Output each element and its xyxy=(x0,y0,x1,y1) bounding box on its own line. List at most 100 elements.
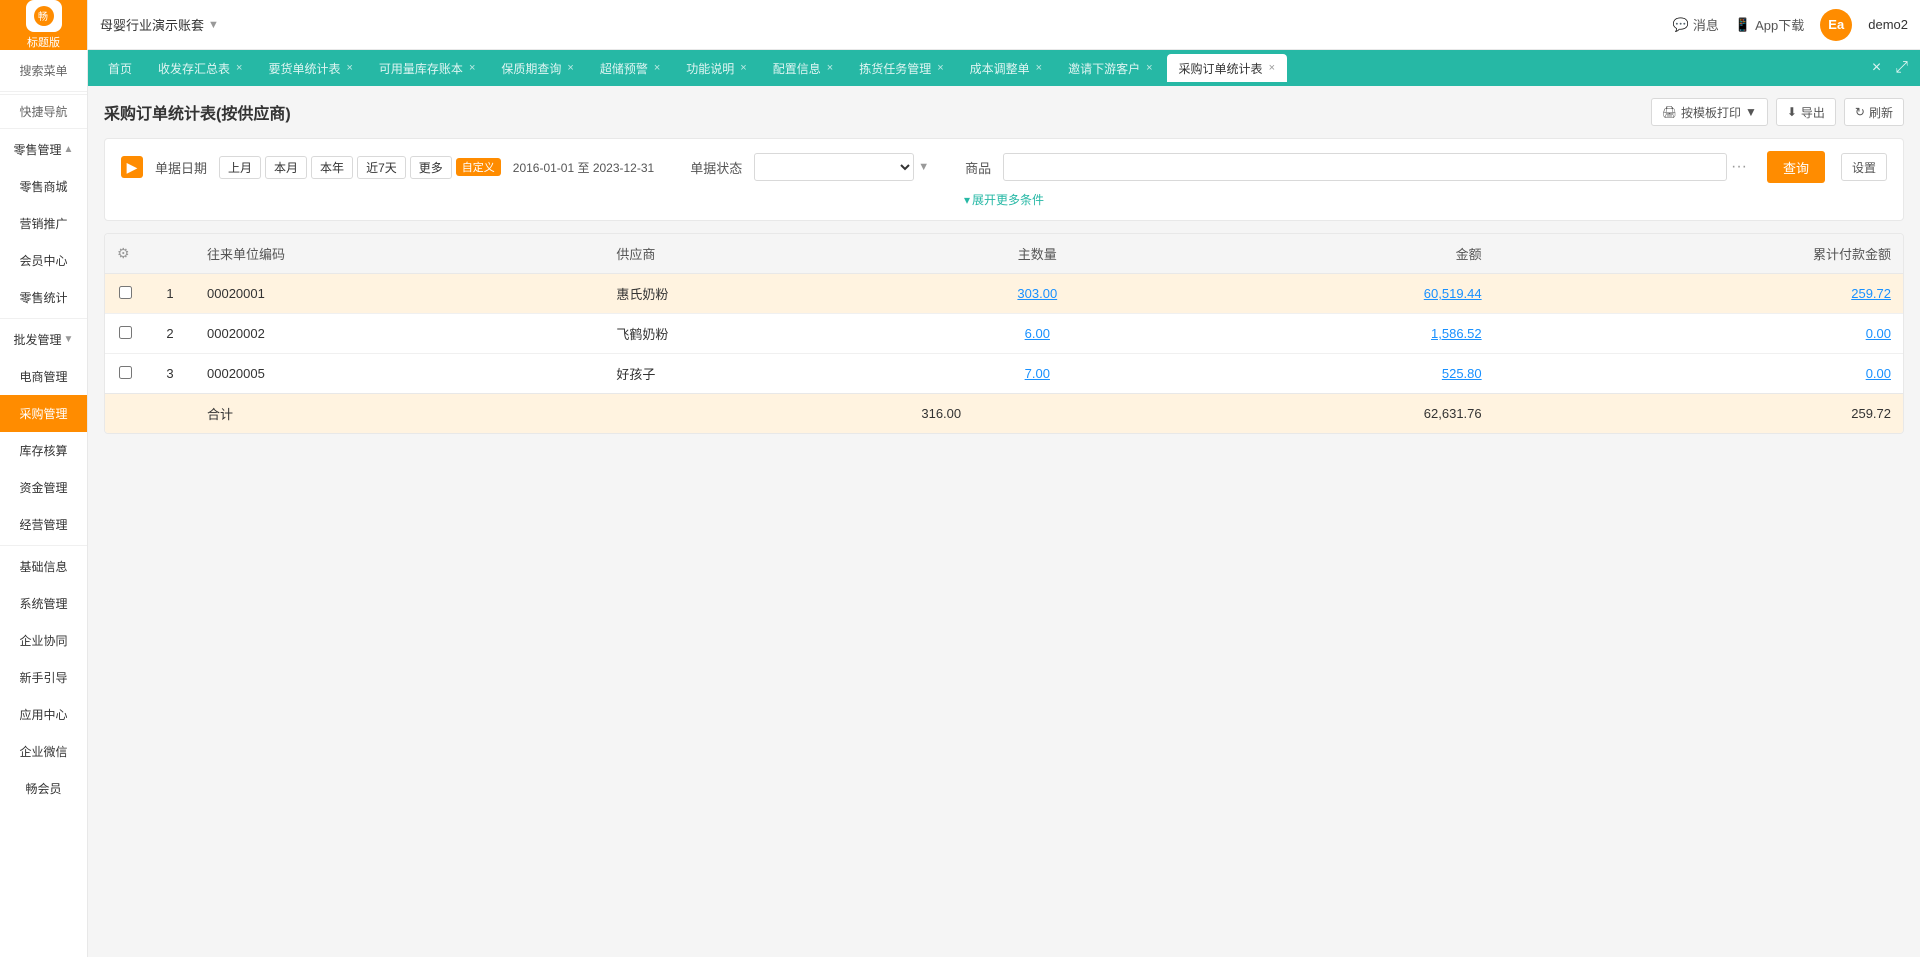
close-icon[interactable]: × xyxy=(346,62,352,74)
tab-function-desc[interactable]: 功能说明 × xyxy=(674,54,758,82)
footer-main-qty-cell: 316.00 xyxy=(909,394,1165,434)
tab-config-info[interactable]: 配置信息 × xyxy=(761,54,845,82)
more-options-icon[interactable]: ··· xyxy=(1731,158,1747,176)
expand-filter-button[interactable]: ▾ 展开更多条件 xyxy=(964,191,1044,208)
tab-home[interactable]: 首页 xyxy=(96,54,144,82)
maximize-button[interactable]: ⤢ xyxy=(1891,57,1912,79)
data-table: ⚙ 往来单位编码 供应商 主数量 金额 累计付款金额 1 00020001 惠氏… xyxy=(105,234,1903,433)
sidebar-quick-nav-label[interactable]: 快捷导航 xyxy=(0,97,87,126)
close-icon[interactable]: × xyxy=(236,62,242,74)
tab-cost-adjust[interactable]: 成本调整单 × xyxy=(958,54,1054,82)
tab-label: 要货单统计表 xyxy=(268,60,340,77)
sidebar-search-label[interactable]: 搜索菜单 xyxy=(6,58,81,83)
sidebar-item-vip-member[interactable]: 畅会员 xyxy=(0,770,87,807)
sidebar-item-new-guide[interactable]: 新手引导 xyxy=(0,659,87,696)
close-icon[interactable]: × xyxy=(469,62,475,74)
sidebar-item-finance-mgmt[interactable]: 资金管理 xyxy=(0,469,87,506)
cumulative-link[interactable]: 259.72 xyxy=(1851,286,1891,301)
footer-label-cell: 合计 xyxy=(195,394,604,434)
amount-cell: 60,519.44 xyxy=(1165,274,1493,314)
message-button[interactable]: 💬 消息 xyxy=(1673,15,1719,34)
main-qty-link[interactable]: 7.00 xyxy=(1025,366,1050,381)
tab-invite-downstream[interactable]: 邀请下游客户 × xyxy=(1056,54,1164,82)
sidebar-item-label: 新手引导 xyxy=(19,669,67,686)
refresh-button[interactable]: ↻ 刷新 xyxy=(1844,98,1904,126)
supplier-col-header: 供应商 xyxy=(604,234,909,274)
date-btn-this-year[interactable]: 本年 xyxy=(311,156,353,179)
sidebar-item-retail-shop[interactable]: 零售商城 xyxy=(0,168,87,205)
amount-link[interactable]: 60,519.44 xyxy=(1424,286,1482,301)
tab-picking-task[interactable]: 拣货任务管理 × xyxy=(847,54,955,82)
close-icon[interactable]: × xyxy=(654,62,660,74)
row-checkbox[interactable] xyxy=(119,326,132,339)
sidebar-item-wholesale-mgmt[interactable]: 批发管理 ▼ xyxy=(0,321,87,358)
sidebar-item-label: 应用中心 xyxy=(19,706,67,723)
template-print-button[interactable]: 🖨 按模板打印 ▼ xyxy=(1651,98,1768,126)
tab-purchase-order-stats[interactable]: 要货单统计表 × xyxy=(256,54,364,82)
sidebar-item-app-center[interactable]: 应用中心 xyxy=(0,696,87,733)
status-select[interactable] xyxy=(754,153,914,181)
sidebar-item-basic-info[interactable]: 基础信息 xyxy=(0,548,87,585)
avatar[interactable]: Ea xyxy=(1820,9,1852,41)
cumulative-link[interactable]: 0.00 xyxy=(1866,366,1891,381)
close-icon[interactable]: × xyxy=(740,62,746,74)
date-btn-more[interactable]: 更多 xyxy=(410,156,452,179)
sidebar-item-ecommerce-mgmt[interactable]: 电商管理 xyxy=(0,358,87,395)
cumulative-link[interactable]: 0.00 xyxy=(1866,326,1891,341)
workspace-selector[interactable]: 母婴行业演示账套 ▼ xyxy=(100,15,219,34)
row-settings-cell xyxy=(105,274,145,314)
user-name[interactable]: demo2 xyxy=(1868,17,1908,32)
sidebar-item-label: 零售管理 xyxy=(14,141,62,158)
amount-link[interactable]: 1,586.52 xyxy=(1431,326,1482,341)
partner-code-cell: 00020001 xyxy=(195,274,604,314)
close-icon[interactable]: × xyxy=(1269,62,1275,74)
main-qty-link[interactable]: 6.00 xyxy=(1025,326,1050,341)
date-btn-7days[interactable]: 近7天 xyxy=(357,156,406,179)
sidebar-item-inventory-mgmt[interactable]: 库存核算 xyxy=(0,432,87,469)
status-filter-label: 单据状态 xyxy=(690,158,742,177)
title-right-actions: 🖨 按模板打印 ▼ ⬇ 导出 ↻ 刷新 xyxy=(1651,98,1904,126)
table-row: 2 00020002 飞鹤奶粉 6.00 1,586.52 0.00 xyxy=(105,314,1903,354)
tab-warranty-query[interactable]: 保质期查询 × xyxy=(489,54,585,82)
sidebar-item-retail-stats[interactable]: 零售统计 xyxy=(0,279,87,316)
tab-overstock-warning[interactable]: 超储预警 × xyxy=(588,54,672,82)
close-icon[interactable]: × xyxy=(1036,62,1042,74)
close-icon[interactable]: × xyxy=(1146,62,1152,74)
amount-link[interactable]: 525.80 xyxy=(1442,366,1482,381)
main-qty-link[interactable]: 303.00 xyxy=(1017,286,1057,301)
sidebar-item-retail-mgmt[interactable]: 零售管理 ▲ xyxy=(0,131,87,168)
row-checkbox[interactable] xyxy=(119,286,132,299)
date-btn-last-month[interactable]: 上月 xyxy=(219,156,261,179)
row-checkbox[interactable] xyxy=(119,366,132,379)
close-icon[interactable]: × xyxy=(937,62,943,74)
logo[interactable]: 畅 标题版 xyxy=(0,0,87,50)
tab-purchase-order-summary[interactable]: 采购订单统计表 × xyxy=(1167,54,1287,82)
date-btn-this-month[interactable]: 本月 xyxy=(265,156,307,179)
tab-available-inventory[interactable]: 可用量库存账本 × xyxy=(367,54,487,82)
close-all-tabs-button[interactable]: × xyxy=(1868,57,1885,79)
close-icon[interactable]: × xyxy=(567,62,573,74)
settings-icon[interactable]: ⚙ xyxy=(117,245,130,261)
app-download-button[interactable]: 📱 App下载 xyxy=(1735,15,1804,34)
filter-toggle-button[interactable]: ▶ xyxy=(121,156,143,178)
export-button[interactable]: ⬇ 导出 xyxy=(1776,98,1836,126)
sidebar-item-operations-mgmt[interactable]: 经营管理 xyxy=(0,506,87,543)
product-filter-label: 商品 xyxy=(965,158,991,177)
product-search-input[interactable] xyxy=(1003,153,1727,181)
dropdown-icon: ▼ xyxy=(918,161,929,173)
sidebar-item-enterprise-collab[interactable]: 企业协同 xyxy=(0,622,87,659)
sidebar-item-system-mgmt[interactable]: 系统管理 xyxy=(0,585,87,622)
sidebar-item-marketing[interactable]: 营销推广 xyxy=(0,205,87,242)
sidebar-item-purchase-mgmt[interactable]: 采购管理 xyxy=(0,395,87,432)
sidebar-item-enterprise-wechat[interactable]: 企业微信 xyxy=(0,733,87,770)
row-settings-cell xyxy=(105,354,145,394)
tab-label: 超储预警 xyxy=(600,60,648,77)
table-row: 1 00020001 惠氏奶粉 303.00 60,519.44 259.72 xyxy=(105,274,1903,314)
sidebar: 畅 标题版 搜索菜单 快捷导航 零售管理 ▲ 零售商城 营销推广 会员中心 零售… xyxy=(0,0,88,957)
settings-button[interactable]: 设置 xyxy=(1841,153,1887,181)
query-button[interactable]: 查询 xyxy=(1767,151,1825,183)
topbar-left: 母婴行业演示账套 ▼ xyxy=(100,15,219,34)
tab-receive-summary[interactable]: 收发存汇总表 × xyxy=(146,54,254,82)
close-icon[interactable]: × xyxy=(827,62,833,74)
sidebar-item-member-center[interactable]: 会员中心 xyxy=(0,242,87,279)
